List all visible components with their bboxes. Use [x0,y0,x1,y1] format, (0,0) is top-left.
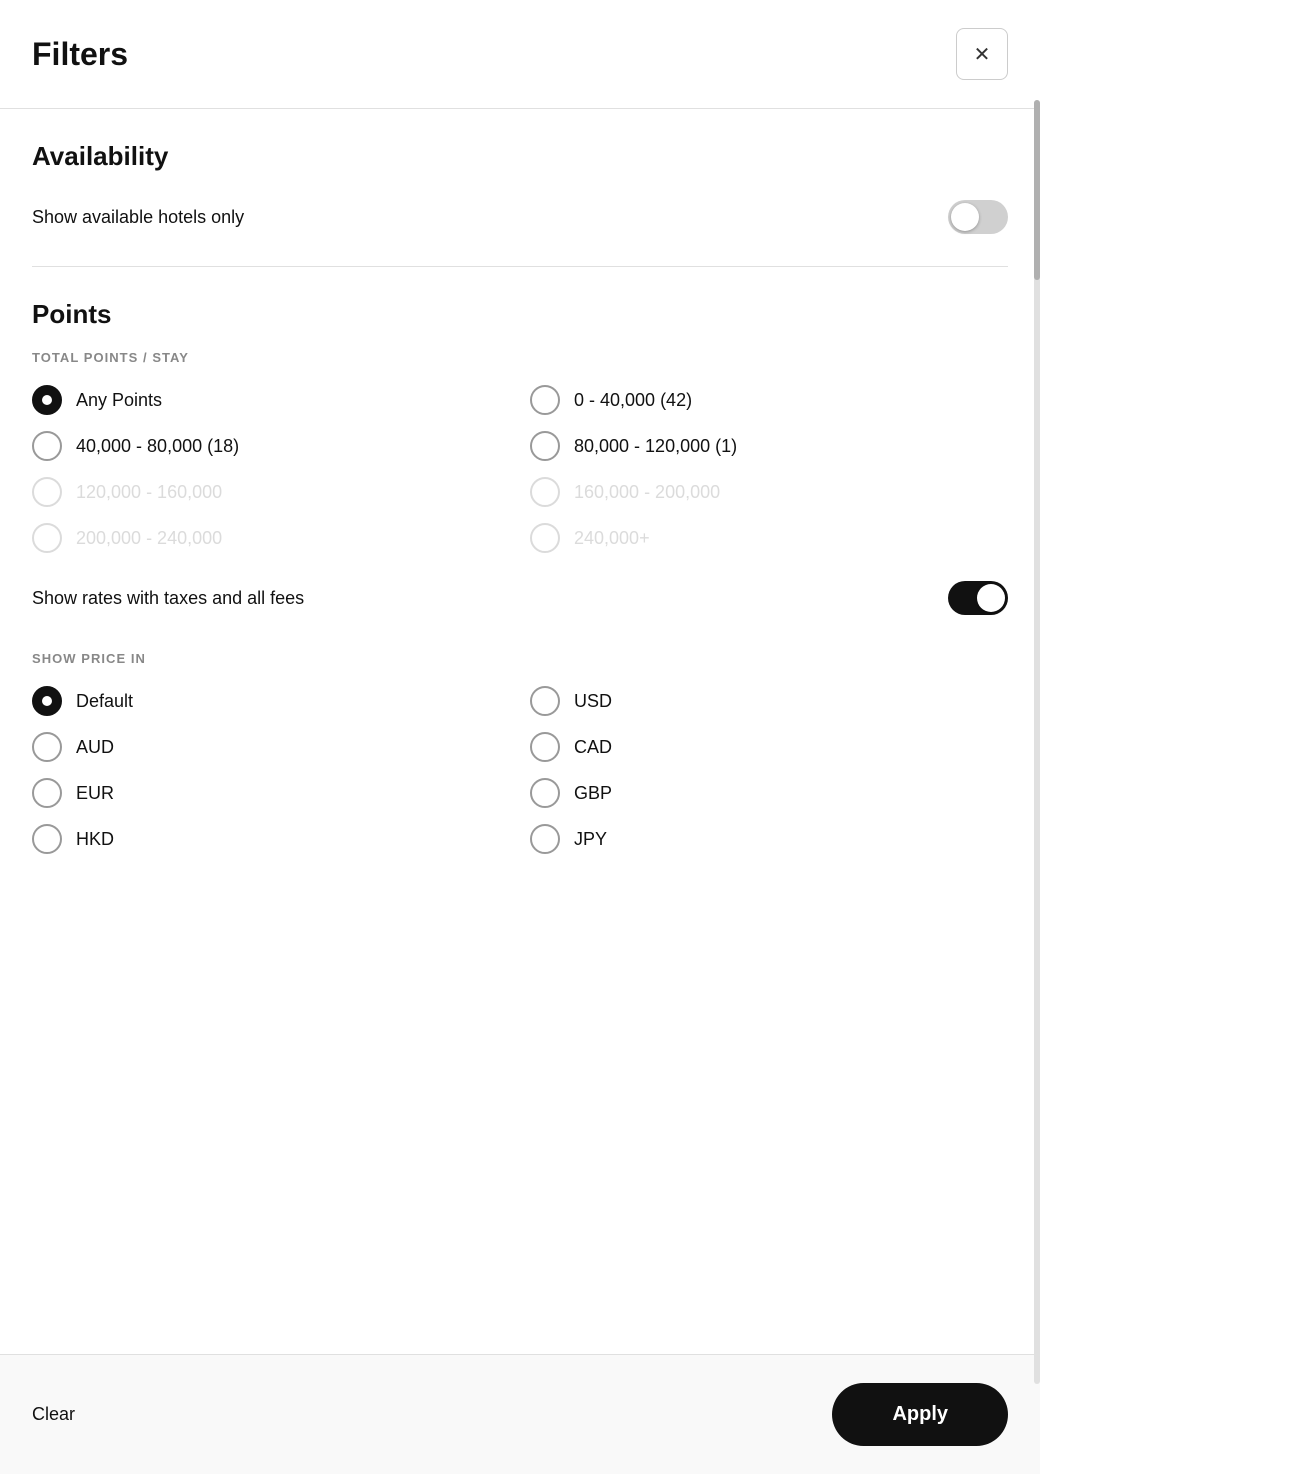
radio-80-120k[interactable]: 80,000 - 120,000 (1) [530,431,1008,461]
close-icon: ✕ [974,42,991,67]
availability-toggle-row: Show available hotels only [32,192,1008,242]
radio-0-40k[interactable]: 0 - 40,000 (42) [530,385,1008,415]
radio-circle-gbp [530,778,560,808]
price-radio-grid: Default USD AUD CAD [32,686,1008,854]
filter-content: Availability Show available hotels only … [0,109,1040,1354]
radio-label-40-80k: 40,000 - 80,000 (18) [76,436,239,457]
radio-label-aud: AUD [76,737,114,758]
radio-label-200-240k: 200,000 - 240,000 [76,528,222,549]
radio-120-160k: 120,000 - 160,000 [32,477,510,507]
scrollbar-track [1034,100,1040,1384]
radio-any-points[interactable]: Any Points [32,385,510,415]
radio-price-cad[interactable]: CAD [530,732,1008,762]
radio-circle-hkd [32,824,62,854]
radio-circle-120-160k [32,477,62,507]
radio-label-hkd: HKD [76,829,114,850]
radio-price-gbp[interactable]: GBP [530,778,1008,808]
radio-circle-usd [530,686,560,716]
price-subtitle: SHOW PRICE IN [32,651,1008,666]
radio-circle-240k-plus [530,523,560,553]
radio-200-240k: 200,000 - 240,000 [32,523,510,553]
radio-160-200k: 160,000 - 200,000 [530,477,1008,507]
radio-circle-160-200k [530,477,560,507]
filter-panel: Filters ✕ Availability Show available ho… [0,0,1040,1474]
radio-price-eur[interactable]: EUR [32,778,510,808]
taxes-toggle-label: Show rates with taxes and all fees [32,588,304,609]
scrollbar-thumb[interactable] [1034,100,1040,280]
radio-240k-plus: 240,000+ [530,523,1008,553]
radio-label-usd: USD [574,691,612,712]
availability-toggle[interactable] [948,200,1008,234]
radio-circle-200-240k [32,523,62,553]
points-subtitle: TOTAL POINTS / STAY [32,350,1008,365]
radio-circle-eur [32,778,62,808]
clear-button[interactable]: Clear [32,1404,75,1425]
taxes-toggle-knob [977,584,1005,612]
radio-price-usd[interactable]: USD [530,686,1008,716]
radio-circle-aud [32,732,62,762]
filter-header: Filters ✕ [0,0,1040,108]
apply-button[interactable]: Apply [832,1383,1008,1446]
radio-label-gbp: GBP [574,783,612,804]
radio-label-jpy: JPY [574,829,607,850]
radio-circle-80-120k [530,431,560,461]
radio-circle-jpy [530,824,560,854]
radio-label-cad: CAD [574,737,612,758]
points-radio-grid: Any Points 0 - 40,000 (42) 40,000 - 80,0… [32,385,1008,553]
availability-section: Availability Show available hotels only [32,109,1008,266]
points-section: Points TOTAL POINTS / STAY Any Points 0 … [32,267,1008,898]
radio-circle-cad [530,732,560,762]
radio-price-default[interactable]: Default [32,686,510,716]
radio-label-120-160k: 120,000 - 160,000 [76,482,222,503]
radio-circle-default [32,686,62,716]
radio-price-jpy[interactable]: JPY [530,824,1008,854]
radio-40-80k[interactable]: 40,000 - 80,000 (18) [32,431,510,461]
radio-circle-0-40k [530,385,560,415]
radio-label-80-120k: 80,000 - 120,000 (1) [574,436,737,457]
radio-label-eur: EUR [76,783,114,804]
filter-title: Filters [32,36,128,73]
taxes-toggle[interactable] [948,581,1008,615]
toggle-knob [951,203,979,231]
radio-label-any-points: Any Points [76,390,162,411]
radio-circle-40-80k [32,431,62,461]
radio-price-hkd[interactable]: HKD [32,824,510,854]
points-title: Points [32,299,1008,330]
close-button[interactable]: ✕ [956,28,1008,80]
taxes-toggle-row: Show rates with taxes and all fees [32,573,1008,623]
radio-label-240k-plus: 240,000+ [574,528,650,549]
radio-circle-any-points [32,385,62,415]
radio-price-aud[interactable]: AUD [32,732,510,762]
radio-label-160-200k: 160,000 - 200,000 [574,482,720,503]
availability-toggle-label: Show available hotels only [32,207,244,228]
filter-footer: Clear Apply [0,1354,1040,1474]
radio-label-0-40k: 0 - 40,000 (42) [574,390,692,411]
radio-label-default: Default [76,691,133,712]
availability-title: Availability [32,141,1008,172]
